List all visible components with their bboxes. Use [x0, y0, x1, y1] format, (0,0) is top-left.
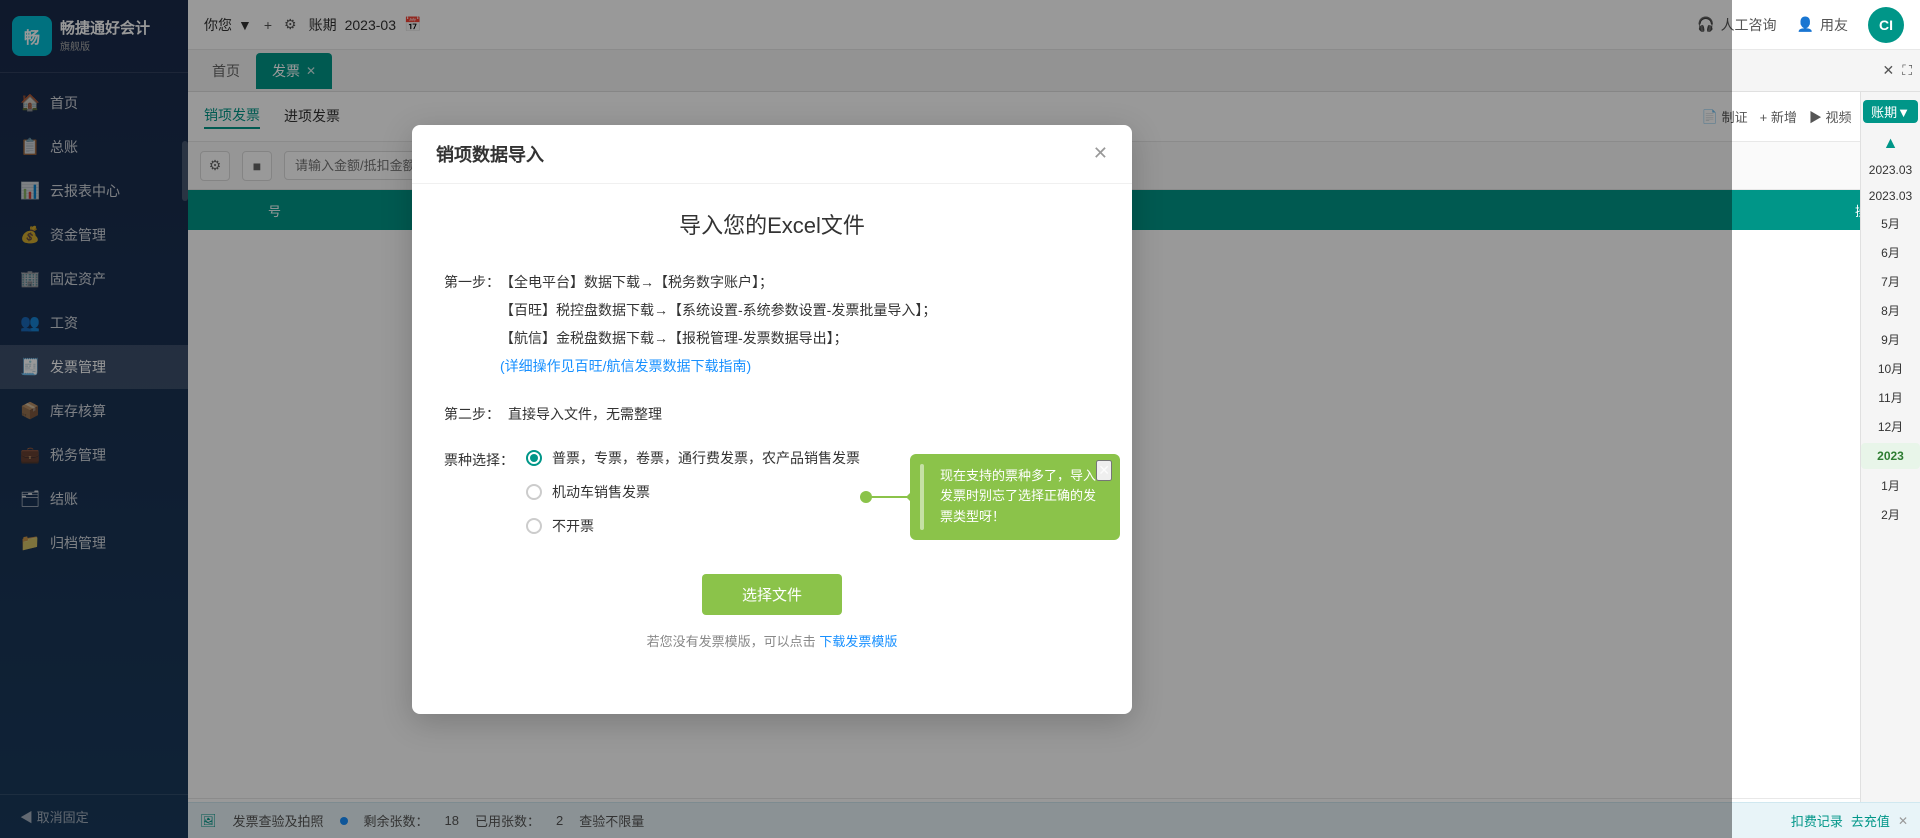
timeline-item[interactable]: 9月	[1861, 325, 1920, 354]
step1-block: 第一步： 【全电平台】数据下载→【税务数字账户】； 【百旺】税控盘数据下载→【系…	[444, 268, 1100, 380]
ticket-option-general[interactable]: 普票，专票，卷票，通行费发票，农产品销售发票	[526, 448, 860, 468]
step2-content: 直接导入文件，无需整理	[508, 400, 662, 428]
timeline-up-arrow[interactable]: ▲	[1879, 131, 1903, 157]
modal-big-title: 导入您的Excel文件	[444, 208, 1100, 240]
step2-label: 第二步：	[444, 400, 500, 428]
timeline-item[interactable]: 10月	[1861, 354, 1920, 383]
close-icon: ✕	[1882, 62, 1894, 79]
timeline-item[interactable]: 8月	[1861, 296, 1920, 325]
modal-overlay[interactable]: 销项数据导入 ✕ 导入您的Excel文件 第一步： 【全电平台】数据下载→【税务…	[0, 0, 1732, 838]
timeline-item[interactable]: 1月	[1861, 471, 1920, 500]
step1-line2: 【百旺】税控盘数据下载→【系统设置-系统参数设置-发票批量导入】；	[500, 296, 936, 324]
tooltip-box: ✕ 现在支持的票种多了，导入发票时别忘了选择正确的发票类型呀！	[910, 454, 1120, 540]
ticket-option-none[interactable]: 不开票	[526, 516, 860, 536]
modal: 销项数据导入 ✕ 导入您的Excel文件 第一步： 【全电平台】数据下载→【税务…	[412, 125, 1132, 714]
timeline-item[interactable]: 5月	[1861, 209, 1920, 238]
tooltip-line	[866, 496, 910, 498]
ticket-label: 票种选择：	[444, 450, 514, 470]
download-template-link[interactable]: 下载发票模版	[819, 634, 897, 649]
tooltip-dot	[860, 491, 872, 503]
recharge-record-link[interactable]: 扣费记录	[1791, 811, 1843, 830]
period-badge[interactable]: 账期▼	[1863, 100, 1918, 123]
timeline-item[interactable]: 12月	[1861, 412, 1920, 441]
modal-header: 销项数据导入 ✕	[412, 125, 1132, 184]
window-maximize-button[interactable]: ⛶	[1902, 62, 1912, 79]
bottom-bar-close-button[interactable]: ✕	[1898, 814, 1908, 828]
user-info[interactable]: 👤 用友	[1797, 15, 1848, 35]
modal-body: 导入您的Excel文件 第一步： 【全电平台】数据下载→【税务数字账户】； 【百…	[412, 184, 1132, 674]
step2-block: 第二步： 直接导入文件，无需整理	[444, 400, 1100, 428]
user-icon: 👤	[1797, 16, 1814, 33]
step1-line3: 【航信】金税盘数据下载→【报税管理-发票数据导出】；	[500, 324, 936, 352]
radio-none[interactable]	[526, 518, 542, 534]
tooltip-bar	[920, 464, 924, 530]
modal-title: 销项数据导入	[436, 141, 544, 167]
select-file-area: 选择文件 若您没有发票模版，可以点击 下载发票模版	[444, 574, 1100, 650]
select-file-button[interactable]: 选择文件	[702, 574, 842, 615]
maximize-icon: ⛶	[1902, 62, 1912, 79]
modal-close-button[interactable]: ✕	[1093, 143, 1108, 164]
window-close-button[interactable]: ✕	[1882, 62, 1894, 79]
radio-general[interactable]	[526, 450, 542, 466]
bottom-bar-right: 扣费记录 去充值 ✕	[1791, 811, 1908, 830]
timeline-item[interactable]: 11月	[1861, 383, 1920, 412]
modal-footer-text: 若您没有发票模版，可以点击 下载发票模版	[444, 631, 1100, 650]
timeline-item[interactable]: 7月	[1861, 267, 1920, 296]
timeline-item[interactable]: 2月	[1861, 500, 1920, 529]
right-timeline: 账期▼ ▲ 2023.03 2023.03 5月 6月 7月 8月 9月 10月…	[1860, 92, 1920, 838]
radio-motor[interactable]	[526, 484, 542, 500]
timeline-item[interactable]: 2023.03	[1861, 157, 1920, 183]
tooltip-text: 现在支持的票种多了，导入发票时别忘了选择正确的发票类型呀！	[940, 466, 1106, 528]
video-button[interactable]: ▶ 视频	[1809, 107, 1852, 126]
timeline-item-current[interactable]: 2023	[1861, 443, 1920, 469]
tooltip-close-button[interactable]: ✕	[1096, 460, 1112, 481]
new-button[interactable]: + 新增	[1760, 107, 1797, 126]
step1-link[interactable]: (详细操作见百旺/航信发票数据下载指南)	[500, 358, 751, 374]
avatar: CI	[1868, 7, 1904, 43]
step1-label: 第一步：	[444, 268, 500, 296]
recharge-link[interactable]: 去充值	[1851, 811, 1890, 830]
timeline-item[interactable]: 2023.03	[1861, 183, 1920, 209]
user-label: 用友	[1820, 15, 1848, 35]
ticket-option-motor[interactable]: 机动车销售发票	[526, 482, 860, 502]
step1-line1: 【全电平台】数据下载→【税务数字账户】；	[500, 268, 936, 296]
timeline-item[interactable]: 6月	[1861, 238, 1920, 267]
